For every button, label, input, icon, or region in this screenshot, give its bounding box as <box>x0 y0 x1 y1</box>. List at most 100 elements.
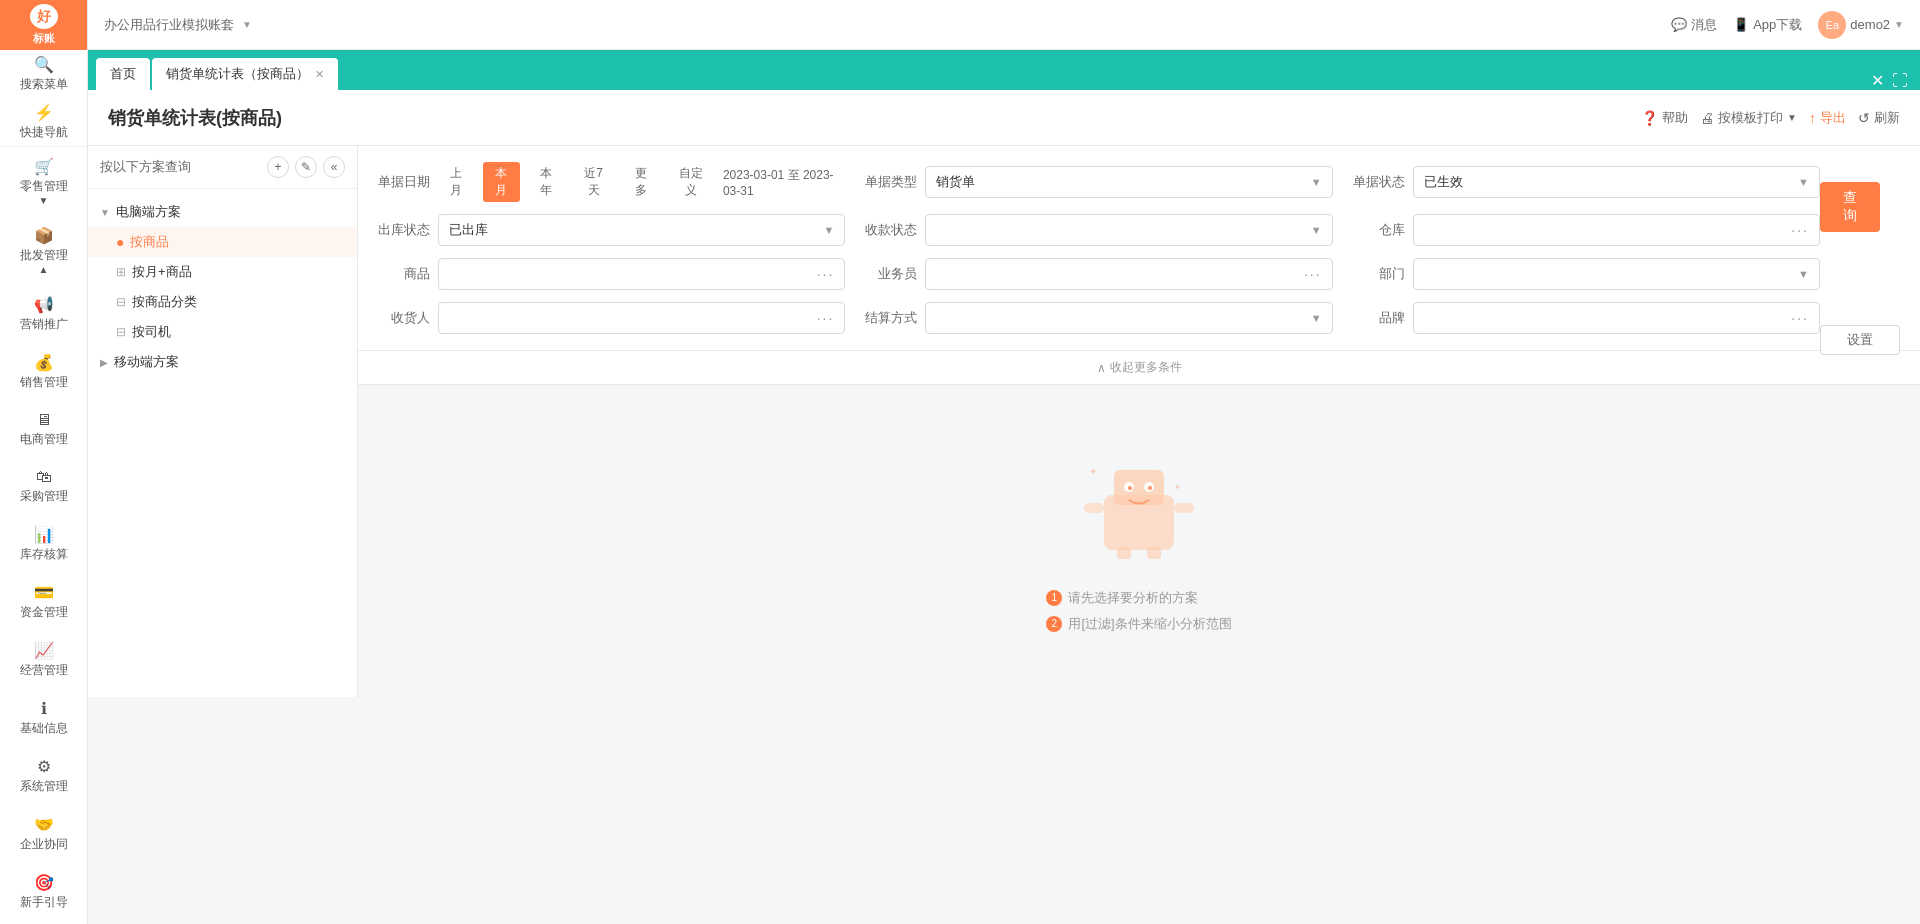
doc-type-control[interactable]: 销货单 ▼ <box>925 166 1332 198</box>
sidebar-item-label: 企业协同 <box>20 836 68 853</box>
tree-group-mobile[interactable]: ▶ 移动端方案 <box>88 347 357 377</box>
collapse-label: 收起更多条件 <box>1110 359 1182 376</box>
brand-label: 品牌 <box>1353 309 1413 327</box>
print-button[interactable]: 🖨 按模板打印 ▼ <box>1700 109 1797 127</box>
payment-control[interactable]: ▼ <box>925 302 1332 334</box>
dept-dropdown-arrow: ▼ <box>1798 268 1809 280</box>
sidebar-item-label: 营销推广 <box>20 316 68 333</box>
date-btn-more[interactable]: 更多 <box>623 162 660 202</box>
app-download-label: App下载 <box>1753 16 1802 34</box>
sidebar-item-system[interactable]: ⚙ 系统管理 <box>16 747 72 805</box>
date-btn-this-month[interactable]: 本月 <box>483 162 520 202</box>
receipt-status-label: 收款状态 <box>865 221 925 239</box>
add-scheme-button[interactable]: + <box>267 156 289 178</box>
empty-robot-svg: ✦ ✦ <box>1079 445 1199 565</box>
inventory-icon: 📊 <box>34 525 54 544</box>
filter-item-warehouse: 仓库 ··· <box>1353 214 1820 246</box>
tree-item-label: 按商品分类 <box>132 293 197 311</box>
date-btn-7days[interactable]: 近7天 <box>572 162 615 202</box>
sidebar-item-sales[interactable]: 💰 销售管理 <box>16 343 72 401</box>
panel-header-title: 按以下方案查询 <box>100 158 191 176</box>
sidebar-item-wholesale[interactable]: 📦 批发管理 ▲ <box>16 216 72 285</box>
collapse-panel-button[interactable]: « <box>323 156 345 178</box>
doc-status-dropdown-arrow: ▼ <box>1798 176 1809 188</box>
doc-type-label: 单据类型 <box>865 173 925 191</box>
tab-close-window-icon[interactable]: ✕ <box>1871 71 1884 90</box>
sidebar-item-operations[interactable]: 📈 经营管理 <box>16 631 72 689</box>
query-button[interactable]: 查询 <box>1820 182 1880 232</box>
filter-item-recipient: 收货人 ··· <box>378 302 845 334</box>
tree-group-pc[interactable]: ▼ 电脑端方案 <box>88 197 357 227</box>
panel-header-actions: + ✎ « <box>267 156 345 178</box>
tab-home-label: 首页 <box>110 65 136 83</box>
user-menu[interactable]: Ea demo2 ▼ <box>1818 11 1904 39</box>
purchase-icon: 🛍 <box>36 468 52 486</box>
export-button[interactable]: ↑ 导出 <box>1809 109 1846 127</box>
tabbar: 首页 销货单统计表（按商品） ✕ ✕ ⛶ <box>88 50 1920 90</box>
salesperson-label: 业务员 <box>865 265 925 283</box>
sidebar-item-retail[interactable]: 🛒 零售管理 ▼ <box>16 147 72 216</box>
svg-rect-1 <box>1114 470 1164 505</box>
warehouse-status-control[interactable]: 已出库 ▼ <box>438 214 845 246</box>
receipt-status-control[interactable]: ▼ <box>925 214 1332 246</box>
app-dropdown-arrow[interactable]: ▼ <box>242 19 252 30</box>
sidebar-item-finance[interactable]: 💳 资金管理 <box>16 573 72 631</box>
filter-panel: 单据日期 上月 本月 本年 近7天 更多 自定义 2023-03-01 至 20… <box>358 146 1920 351</box>
sidebar-item-label: 电商管理 <box>20 431 68 448</box>
warehouse-status-dropdown-arrow: ▼ <box>823 224 834 236</box>
product-picker-icon: ··· <box>817 266 835 282</box>
collapse-row[interactable]: ∧ 收起更多条件 <box>358 351 1920 385</box>
by-driver-icon: ⊟ <box>116 325 126 339</box>
edit-scheme-button[interactable]: ✎ <box>295 156 317 178</box>
date-btn-custom[interactable]: 自定义 <box>668 162 715 202</box>
help-button[interactable]: ❓ 帮助 <box>1641 109 1688 127</box>
tab-maximize-icon[interactable]: ⛶ <box>1892 72 1908 90</box>
warehouse-picker-icon: ··· <box>1791 222 1809 238</box>
sidebar-item-quicknav[interactable]: ⚡ 快捷导航 <box>0 98 87 146</box>
salesperson-control[interactable]: ··· <box>925 258 1332 290</box>
sidebar-item-newbie[interactable]: 🎯 新手引导 <box>16 863 72 921</box>
app-download-button[interactable]: 📱 App下载 <box>1733 16 1802 34</box>
tree-item-by-product[interactable]: ● 按商品 <box>88 227 357 257</box>
filter-item-receipt-status: 收款状态 ▼ <box>865 214 1332 246</box>
receipt-status-dropdown-arrow: ▼ <box>1311 224 1322 236</box>
empty-illustration: ✦ ✦ <box>1079 445 1199 565</box>
tree-item-label: 按商品 <box>130 233 169 251</box>
sidebar-item-cooperation[interactable]: 🤝 企业协同 <box>16 805 72 863</box>
dept-control[interactable]: ▼ <box>1413 258 1820 290</box>
print-label: 按模板打印 <box>1718 109 1783 127</box>
brand-control[interactable]: ··· <box>1413 302 1820 334</box>
tree-item-by-month-product[interactable]: ⊞ 按月+商品 <box>88 257 357 287</box>
help-icon: ❓ <box>1641 110 1658 126</box>
sidebar-item-label: 新手引导 <box>20 894 68 911</box>
tab-report[interactable]: 销货单统计表（按商品） ✕ <box>152 58 338 90</box>
tree-item-label: 按司机 <box>132 323 171 341</box>
sidebar-item-label: 搜索菜单 <box>20 76 68 93</box>
message-button[interactable]: 💬 消息 <box>1671 16 1717 34</box>
recipient-control[interactable]: ··· <box>438 302 845 334</box>
settings-button[interactable]: 设置 <box>1820 325 1900 355</box>
sidebar-item-ecommerce[interactable]: 🖥 电商管理 <box>16 401 72 458</box>
tree-item-by-driver[interactable]: ⊟ 按司机 <box>88 317 357 347</box>
date-btn-this-year[interactable]: 本年 <box>528 162 565 202</box>
warehouse-control[interactable]: ··· <box>1413 214 1820 246</box>
filter-item-salesperson: 业务员 ··· <box>865 258 1332 290</box>
refresh-button[interactable]: ↺ 刷新 <box>1858 109 1900 127</box>
date-btn-last-month[interactable]: 上月 <box>438 162 475 202</box>
tree-group-mobile-label: 移动端方案 <box>114 353 179 371</box>
filter-item-doc-type: 单据类型 销货单 ▼ <box>865 166 1332 198</box>
doc-status-control[interactable]: 已生效 ▼ <box>1413 166 1820 198</box>
ecommerce-icon: 🖥 <box>36 411 52 429</box>
sidebar-item-inventory[interactable]: 📊 库存核算 <box>16 515 72 573</box>
brand-picker-icon: ··· <box>1791 310 1809 326</box>
tab-close-button[interactable]: ✕ <box>315 68 324 81</box>
sidebar-item-purchase[interactable]: 🛍 采购管理 <box>16 458 72 515</box>
sidebar-item-marketing[interactable]: 📢 营销推广 <box>16 285 72 343</box>
tree-item-by-product-category[interactable]: ⊟ 按商品分类 <box>88 287 357 317</box>
logo-text: 标账 <box>33 31 55 46</box>
sidebar-item-basic[interactable]: ℹ 基础信息 <box>16 689 72 747</box>
tab-home[interactable]: 首页 <box>96 58 150 90</box>
product-control[interactable]: ··· <box>438 258 845 290</box>
sidebar-item-search[interactable]: 🔍 搜索菜单 <box>0 50 87 98</box>
doc-type-value: 销货单 <box>936 173 975 191</box>
